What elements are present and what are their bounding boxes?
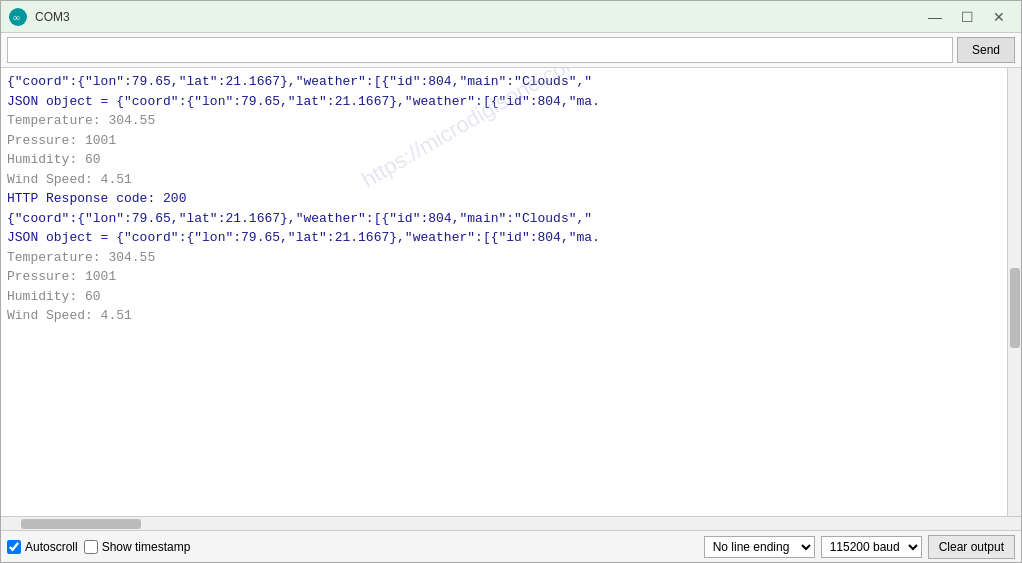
app-icon: ∞ — [9, 8, 27, 26]
horizontal-scrollbar[interactable] — [1, 516, 1021, 530]
window-title: COM3 — [35, 10, 921, 24]
serial-line: Wind Speed: 4.51 — [7, 170, 1001, 190]
maximize-button[interactable]: ☐ — [953, 6, 981, 28]
autoscroll-text: Autoscroll — [25, 540, 78, 554]
autoscroll-label[interactable]: Autoscroll — [7, 540, 78, 554]
close-button[interactable]: ✕ — [985, 6, 1013, 28]
serial-line: Pressure: 1001 — [7, 131, 1001, 151]
serial-line: JSON object = {"coord":{"lon":79.65,"lat… — [7, 92, 1001, 112]
window-controls: — ☐ ✕ — [921, 6, 1013, 28]
titlebar: ∞ COM3 — ☐ ✕ — [1, 1, 1021, 33]
send-bar: Send — [1, 33, 1021, 68]
svg-text:∞: ∞ — [13, 12, 20, 23]
autoscroll-checkbox[interactable] — [7, 540, 21, 554]
line-ending-select[interactable]: No line ending Newline Carriage return B… — [704, 536, 815, 558]
hscroll-thumb[interactable] — [21, 519, 141, 529]
minimize-button[interactable]: — — [921, 6, 949, 28]
serial-output-wrapper: https://microdigisone.com - 19:16 {"coor… — [1, 68, 1021, 516]
arduino-serial-monitor: ∞ COM3 — ☐ ✕ Send https://microdigisone.… — [0, 0, 1022, 563]
serial-line: {"coord":{"lon":79.65,"lat":21.1667},"we… — [7, 72, 1001, 92]
serial-line: JSON object = {"coord":{"lon":79.65,"lat… — [7, 228, 1001, 248]
baud-rate-select[interactable]: 300 baud 9600 baud 19200 baud 57600 baud… — [821, 536, 922, 558]
vertical-scrollbar[interactable] — [1007, 68, 1021, 516]
serial-line: Pressure: 1001 — [7, 267, 1001, 287]
serial-output[interactable]: https://microdigisone.com - 19:16 {"coor… — [1, 68, 1007, 516]
serial-line: Humidity: 60 — [7, 150, 1001, 170]
serial-line: Wind Speed: 4.51 — [7, 306, 1001, 326]
serial-line: {"coord":{"lon":79.65,"lat":21.1667},"we… — [7, 209, 1001, 229]
serial-line: Temperature: 304.55 — [7, 111, 1001, 131]
serial-line: Temperature: 304.55 — [7, 248, 1001, 268]
message-input[interactable] — [7, 37, 953, 63]
clear-output-button[interactable]: Clear output — [928, 535, 1015, 559]
serial-line: HTTP Response code: 200 — [7, 189, 1001, 209]
timestamp-label[interactable]: Show timestamp — [84, 540, 191, 554]
serial-line: Humidity: 60 — [7, 287, 1001, 307]
statusbar: Autoscroll Show timestamp No line ending… — [1, 530, 1021, 562]
send-button[interactable]: Send — [957, 37, 1015, 63]
timestamp-text: Show timestamp — [102, 540, 191, 554]
timestamp-checkbox[interactable] — [84, 540, 98, 554]
vscroll-thumb[interactable] — [1010, 268, 1020, 348]
